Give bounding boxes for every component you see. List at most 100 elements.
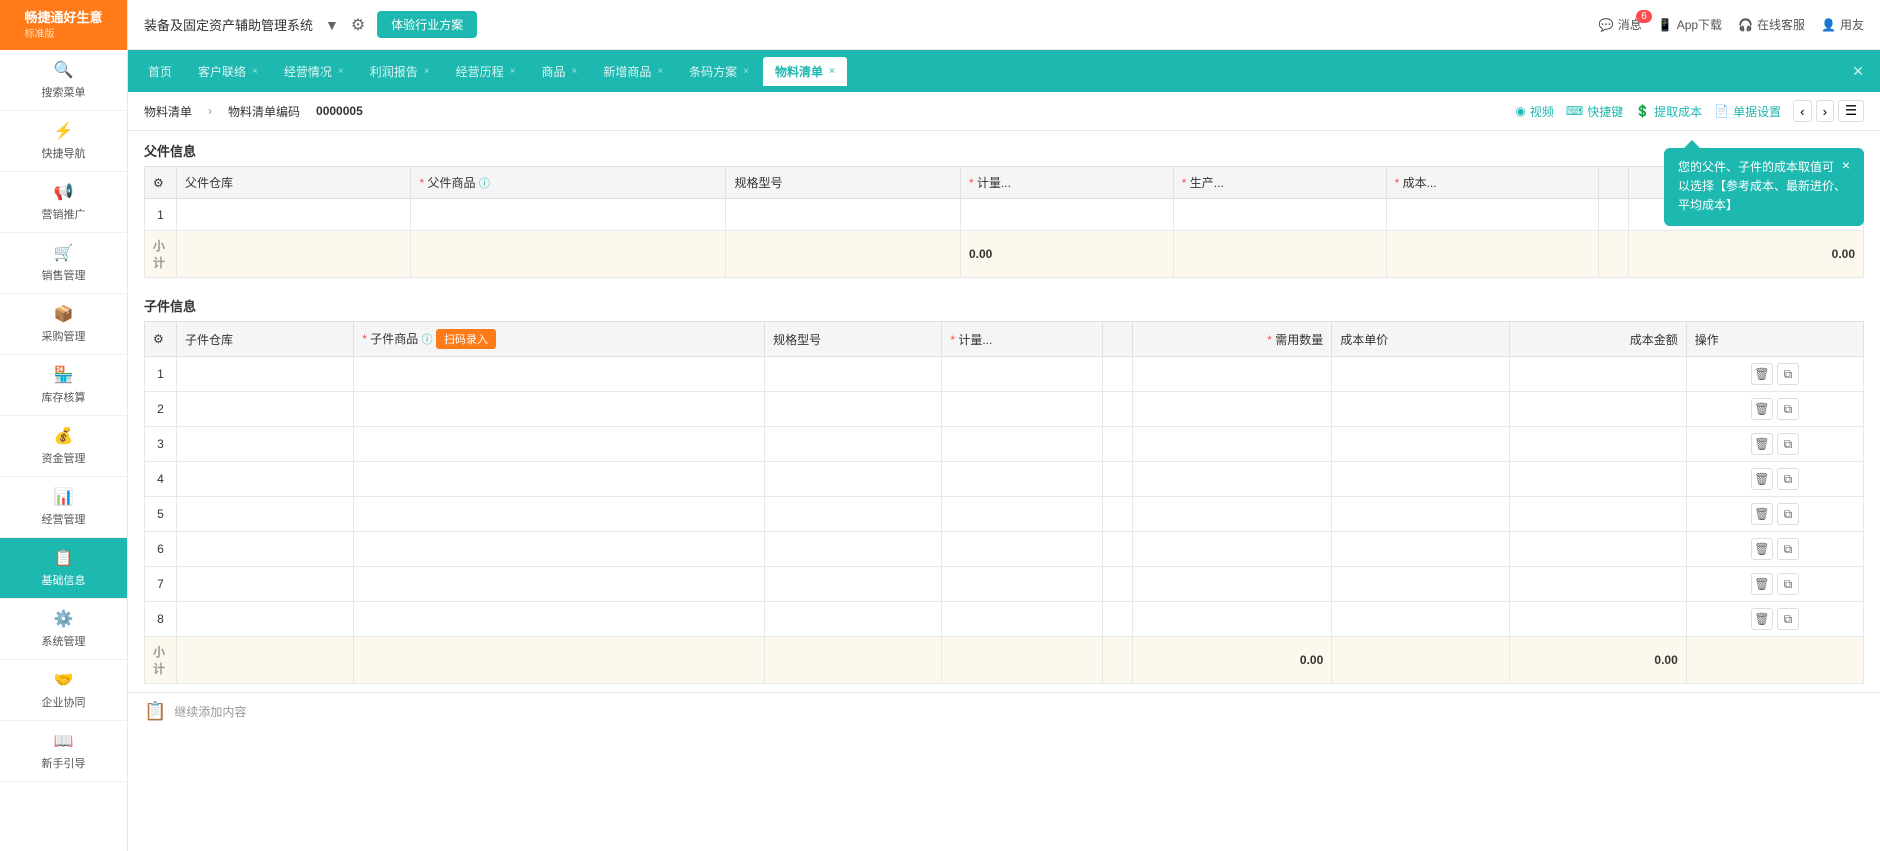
child-unit-cell-7[interactable] bbox=[942, 567, 1103, 602]
child-warehouse-cell-5[interactable] bbox=[177, 497, 354, 532]
sidebar-item-search[interactable]: 🔍 搜索菜单 bbox=[0, 50, 127, 111]
child-product-cell-1[interactable] bbox=[354, 357, 765, 392]
system-dropdown-button[interactable]: ▼ bbox=[325, 17, 339, 33]
child-unit-cell-2[interactable] bbox=[942, 392, 1103, 427]
delete-button-1[interactable]: 🗑 bbox=[1751, 363, 1773, 385]
child-warehouse-cell-8[interactable] bbox=[177, 602, 354, 637]
delete-button-2[interactable]: 🗑 bbox=[1751, 398, 1773, 420]
child-cost-price-cell-3[interactable] bbox=[1332, 427, 1509, 462]
tab-bom[interactable]: 物料清单 × bbox=[763, 57, 847, 86]
child-quantity-cell-1[interactable] bbox=[1133, 357, 1332, 392]
copy-button-1[interactable]: ⧉ bbox=[1777, 363, 1799, 385]
trial-button[interactable]: 体验行业方案 bbox=[377, 11, 477, 38]
child-product-cell-4[interactable] bbox=[354, 462, 765, 497]
child-quantity-cell-8[interactable] bbox=[1133, 602, 1332, 637]
copy-button-6[interactable]: ⧉ bbox=[1777, 538, 1799, 560]
delete-button-8[interactable]: 🗑 bbox=[1751, 608, 1773, 630]
parent-produce-cell[interactable] bbox=[1173, 199, 1386, 231]
child-cost-price-cell-4[interactable] bbox=[1332, 462, 1509, 497]
parent-th-gear[interactable]: ⚙ bbox=[145, 167, 177, 199]
child-warehouse-cell-7[interactable] bbox=[177, 567, 354, 602]
cost-action[interactable]: 💲 提取成本 bbox=[1635, 103, 1702, 120]
child-quantity-cell-4[interactable] bbox=[1133, 462, 1332, 497]
child-product-cell-7[interactable] bbox=[354, 567, 765, 602]
child-spec-cell-8[interactable] bbox=[765, 602, 942, 637]
tab-new-goods[interactable]: 新增商品 × bbox=[591, 57, 675, 86]
close-all-tabs-button[interactable]: ✕ bbox=[1844, 63, 1872, 80]
app-download-item[interactable]: 📱 App下载 bbox=[1658, 16, 1722, 33]
child-unit-cell-6[interactable] bbox=[942, 532, 1103, 567]
sidebar-item-purchase[interactable]: 📦 采购管理 bbox=[0, 294, 127, 355]
child-th-gear[interactable]: ⚙ bbox=[145, 322, 177, 357]
child-quantity-cell-5[interactable] bbox=[1133, 497, 1332, 532]
sidebar-item-sales[interactable]: 🛒 销售管理 bbox=[0, 233, 127, 294]
tab-operations-close[interactable]: × bbox=[338, 66, 344, 77]
copy-button-3[interactable]: ⧉ bbox=[1777, 433, 1799, 455]
online-service-item[interactable]: 🎧 在线客服 bbox=[1738, 16, 1805, 33]
copy-button-4[interactable]: ⧉ bbox=[1777, 468, 1799, 490]
child-spec-cell-2[interactable] bbox=[765, 392, 942, 427]
sidebar-item-guide[interactable]: 📖 新手引导 bbox=[0, 721, 127, 782]
child-cost-price-cell-5[interactable] bbox=[1332, 497, 1509, 532]
child-spec-cell-1[interactable] bbox=[765, 357, 942, 392]
child-spec-cell-5[interactable] bbox=[765, 497, 942, 532]
sidebar-item-quicknav[interactable]: ⚡ 快捷导航 bbox=[0, 111, 127, 172]
child-product-cell-8[interactable] bbox=[354, 602, 765, 637]
child-cost-price-cell-7[interactable] bbox=[1332, 567, 1509, 602]
delete-button-4[interactable]: 🗑 bbox=[1751, 468, 1773, 490]
child-unit-cell-3[interactable] bbox=[942, 427, 1103, 462]
delete-button-6[interactable]: 🗑 bbox=[1751, 538, 1773, 560]
copy-button-2[interactable]: ⧉ bbox=[1777, 398, 1799, 420]
child-warehouse-cell-3[interactable] bbox=[177, 427, 354, 462]
tab-barcode[interactable]: 条码方案 × bbox=[677, 57, 761, 86]
child-unit-cell-8[interactable] bbox=[942, 602, 1103, 637]
settings-icon[interactable]: ⚙ bbox=[351, 15, 365, 35]
delete-button-7[interactable]: 🗑 bbox=[1751, 573, 1773, 595]
child-cost-price-cell-8[interactable] bbox=[1332, 602, 1509, 637]
settings-action[interactable]: 📄 单据设置 bbox=[1714, 103, 1781, 120]
child-product-cell-2[interactable] bbox=[354, 392, 765, 427]
sidebar-item-marketing[interactable]: 📢 营销推广 bbox=[0, 172, 127, 233]
copy-button-7[interactable]: ⧉ bbox=[1777, 573, 1799, 595]
delete-button-3[interactable]: 🗑 bbox=[1751, 433, 1773, 455]
sidebar-item-basic[interactable]: 📋 基础信息 bbox=[0, 538, 127, 599]
child-warehouse-cell-1[interactable] bbox=[177, 357, 354, 392]
child-quantity-cell-7[interactable] bbox=[1133, 567, 1332, 602]
child-unit-cell-4[interactable] bbox=[942, 462, 1103, 497]
tab-process-close[interactable]: × bbox=[510, 66, 516, 77]
child-warehouse-cell-4[interactable] bbox=[177, 462, 354, 497]
child-cost-price-cell-1[interactable] bbox=[1332, 357, 1509, 392]
child-warehouse-cell-6[interactable] bbox=[177, 532, 354, 567]
child-cost-price-cell-6[interactable] bbox=[1332, 532, 1509, 567]
child-quantity-cell-3[interactable] bbox=[1133, 427, 1332, 462]
tab-profit-close[interactable]: × bbox=[424, 66, 430, 77]
breadcrumb-bom[interactable]: 物料清单 bbox=[144, 103, 192, 120]
child-warehouse-cell-2[interactable] bbox=[177, 392, 354, 427]
parent-spec-cell[interactable] bbox=[726, 199, 960, 231]
child-unit-cell-1[interactable] bbox=[942, 357, 1103, 392]
next-button[interactable]: › bbox=[1816, 100, 1834, 122]
tab-new-goods-close[interactable]: × bbox=[657, 66, 663, 77]
tab-home[interactable]: 首页 bbox=[136, 57, 184, 86]
child-product-cell-5[interactable] bbox=[354, 497, 765, 532]
child-spec-cell-3[interactable] bbox=[765, 427, 942, 462]
child-unit-cell-5[interactable] bbox=[942, 497, 1103, 532]
child-cost-price-cell-2[interactable] bbox=[1332, 392, 1509, 427]
tab-bom-close[interactable]: × bbox=[829, 66, 835, 77]
delete-button-5[interactable]: 🗑 bbox=[1751, 503, 1773, 525]
copy-button-5[interactable]: ⧉ bbox=[1777, 503, 1799, 525]
tooltip-close-button[interactable]: × bbox=[1842, 158, 1850, 172]
child-quantity-cell-2[interactable] bbox=[1133, 392, 1332, 427]
add-row-icon[interactable]: 📋 bbox=[144, 701, 166, 722]
copy-button-8[interactable]: ⧉ bbox=[1777, 608, 1799, 630]
tab-profit[interactable]: 利润报告 × bbox=[358, 57, 442, 86]
child-spec-cell-6[interactable] bbox=[765, 532, 942, 567]
scan-button[interactable]: 扫码录入 bbox=[436, 329, 496, 349]
child-spec-cell-7[interactable] bbox=[765, 567, 942, 602]
parent-unit-cell[interactable] bbox=[960, 199, 1173, 231]
tab-goods-close[interactable]: × bbox=[571, 66, 577, 77]
child-spec-cell-4[interactable] bbox=[765, 462, 942, 497]
shortcut-action[interactable]: ⌨ 快捷键 bbox=[1566, 103, 1623, 120]
parent-product-cell[interactable] bbox=[411, 199, 726, 231]
tab-operations[interactable]: 经营情况 × bbox=[272, 57, 356, 86]
